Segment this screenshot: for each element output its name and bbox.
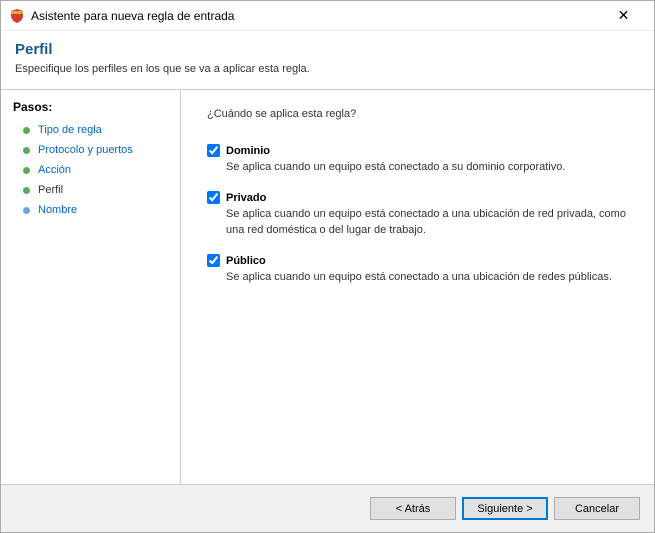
- checkbox-dominio[interactable]: [207, 144, 220, 157]
- steps-title: Pasos:: [1, 98, 180, 120]
- profile-publico: Público Se aplica cuando un equipo está …: [207, 254, 628, 285]
- profile-dominio: Dominio Se aplica cuando un equipo está …: [207, 144, 628, 175]
- question-text: ¿Cuándo se aplica esta regla?: [207, 108, 628, 120]
- step-tipo-de-regla[interactable]: Tipo de regla: [1, 120, 180, 140]
- profile-label: Dominio: [226, 145, 270, 157]
- firewall-icon: [9, 8, 25, 24]
- step-nombre[interactable]: Nombre: [1, 200, 180, 220]
- step-accion[interactable]: Acción: [1, 160, 180, 180]
- steps-sidebar: Pasos: Tipo de regla Protocolo y puertos…: [1, 90, 181, 484]
- titlebar: Asistente para nueva regla de entrada ✕: [1, 1, 654, 31]
- checkbox-privado[interactable]: [207, 191, 220, 204]
- step-label: Nombre: [38, 204, 77, 216]
- wizard-window: Asistente para nueva regla de entrada ✕ …: [0, 0, 655, 533]
- step-label: Protocolo y puertos: [38, 144, 133, 156]
- profile-description: Se aplica cuando un equipo está conectad…: [226, 207, 628, 238]
- bullet-icon: [23, 207, 30, 214]
- window-title: Asistente para nueva regla de entrada: [31, 9, 234, 23]
- profile-label: Público: [226, 255, 266, 267]
- next-button[interactable]: Siguiente >: [462, 497, 548, 520]
- main-panel: ¿Cuándo se aplica esta regla? Dominio Se…: [181, 90, 654, 484]
- content-area: Pasos: Tipo de regla Protocolo y puertos…: [1, 89, 654, 484]
- cancel-button[interactable]: Cancelar: [554, 497, 640, 520]
- button-bar: < Atrás Siguiente > Cancelar: [1, 484, 654, 532]
- close-icon: ✕: [618, 7, 630, 24]
- checkbox-publico[interactable]: [207, 254, 220, 267]
- step-perfil[interactable]: Perfil: [1, 180, 180, 200]
- back-button[interactable]: < Atrás: [370, 497, 456, 520]
- step-label: Perfil: [38, 184, 63, 196]
- page-title: Perfil: [15, 41, 640, 58]
- profile-privado: Privado Se aplica cuando un equipo está …: [207, 191, 628, 238]
- bullet-icon: [23, 167, 30, 174]
- bullet-icon: [23, 127, 30, 134]
- wizard-header: Perfil Especifique los perfiles en los q…: [1, 31, 654, 89]
- profile-header: Dominio: [207, 144, 628, 157]
- step-label: Acción: [38, 164, 71, 176]
- bullet-icon: [23, 147, 30, 154]
- profile-header: Privado: [207, 191, 628, 204]
- page-subtitle: Especifique los perfiles en los que se v…: [15, 63, 640, 75]
- bullet-icon: [23, 187, 30, 194]
- profile-header: Público: [207, 254, 628, 267]
- profile-label: Privado: [226, 192, 266, 204]
- close-button[interactable]: ✕: [601, 2, 646, 30]
- step-protocolo-y-puertos[interactable]: Protocolo y puertos: [1, 140, 180, 160]
- profile-description: Se aplica cuando un equipo está conectad…: [226, 270, 628, 285]
- profile-description: Se aplica cuando un equipo está conectad…: [226, 160, 628, 175]
- step-label: Tipo de regla: [38, 124, 102, 136]
